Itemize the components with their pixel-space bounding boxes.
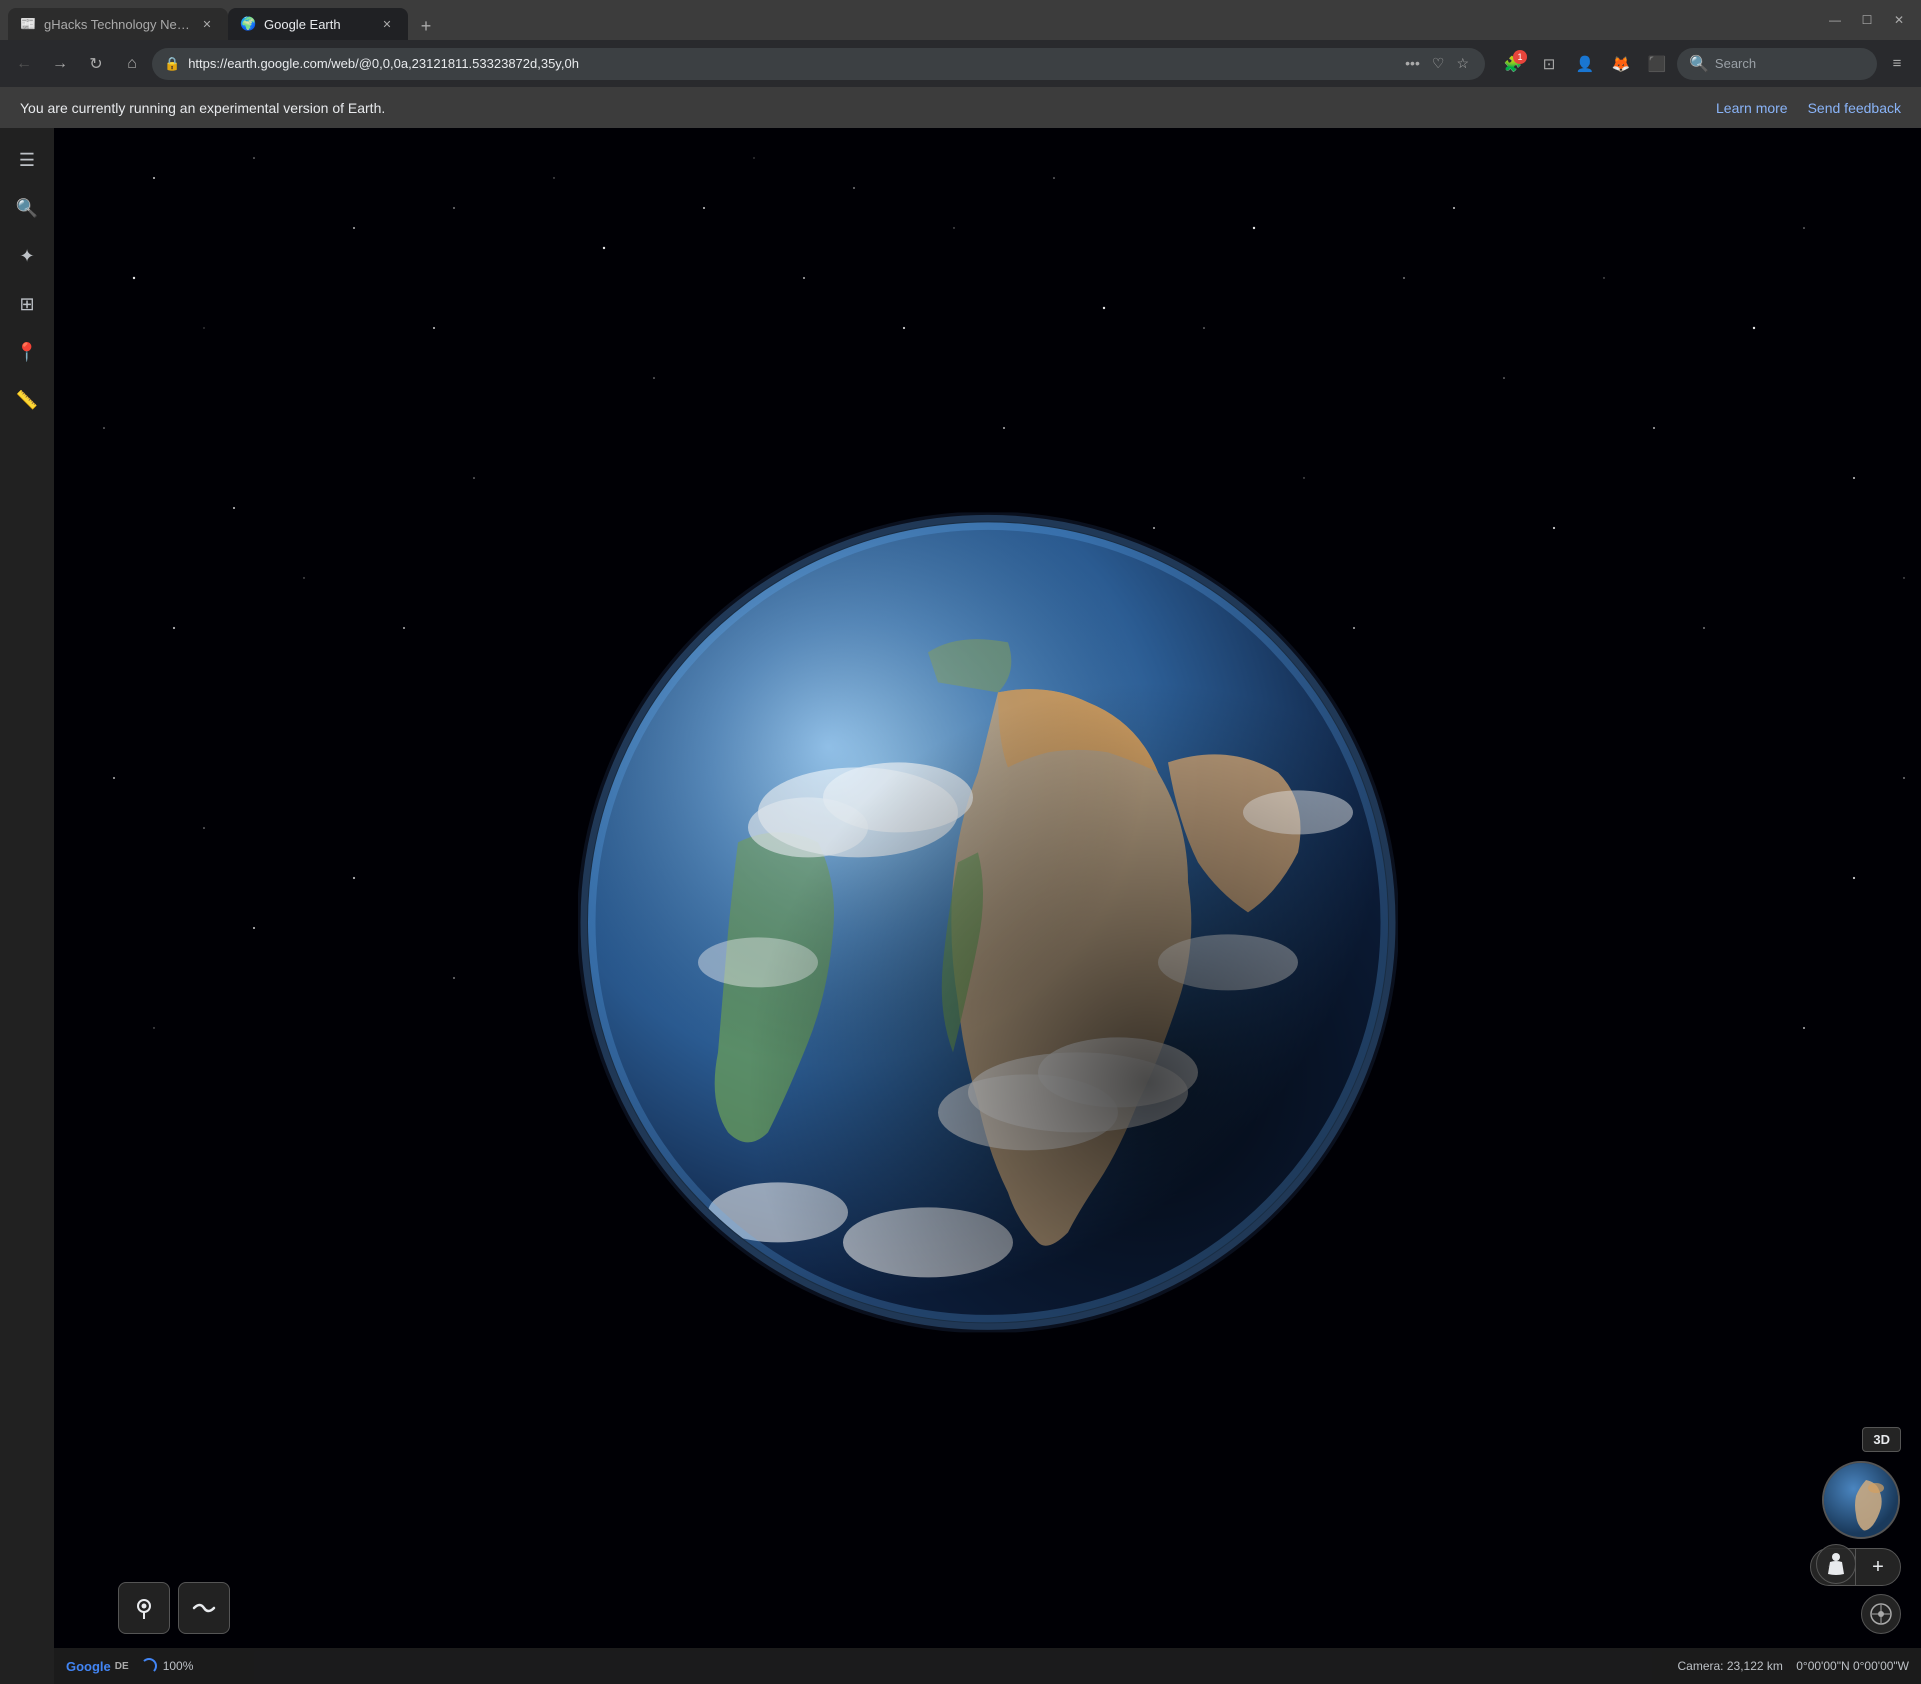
bookmark-button[interactable]: ♡ xyxy=(1428,53,1449,74)
google-text: Google xyxy=(66,1659,111,1674)
tab-google-earth[interactable]: 🌍 Google Earth ✕ xyxy=(228,8,408,40)
google-logo: Google DE xyxy=(66,1659,129,1674)
extensions-button[interactable]: 🧩 1 xyxy=(1497,48,1529,80)
send-feedback-link[interactable]: Send feedback xyxy=(1808,100,1901,116)
home-button[interactable]: ⌂ xyxy=(116,48,148,80)
pegman-icon xyxy=(1826,1552,1846,1576)
main-content: ☰ 🔍 ✦ ⊞ 📍 📏 xyxy=(0,128,1921,1684)
addon-icon: 🦊 xyxy=(1612,55,1631,73)
extensions-badge: 1 xyxy=(1513,50,1527,64)
learn-more-link[interactable]: Learn more xyxy=(1716,100,1788,116)
sidebar-toggle-button[interactable]: ⊡ xyxy=(1533,48,1565,80)
sidebar-item-search[interactable]: 🔍 xyxy=(7,188,47,228)
new-tab-button[interactable]: + xyxy=(412,12,440,40)
zoom-in-button[interactable]: + xyxy=(1856,1549,1900,1585)
close-button[interactable]: ✕ xyxy=(1885,6,1913,34)
loading-percent: 100% xyxy=(163,1659,194,1673)
notification-bar: You are currently running an experimenta… xyxy=(0,88,1921,128)
mode-3d-button[interactable]: 3D xyxy=(1862,1427,1901,1452)
ghacks-tab-close[interactable]: ✕ xyxy=(198,15,216,33)
pin-tool-button[interactable] xyxy=(118,1582,170,1634)
sidebar: ☰ 🔍 ✦ ⊞ 📍 📏 xyxy=(0,128,54,1684)
menu-button[interactable]: ≡ xyxy=(1881,48,1913,80)
addon2-icon: ⬛ xyxy=(1648,55,1667,73)
coordinates: 0°00'00"N 0°00'00"W xyxy=(1796,1659,1909,1673)
addon-button[interactable]: 🦊 xyxy=(1605,48,1637,80)
ghacks-tab-title: gHacks Technology News xyxy=(44,17,190,32)
profile-icon: 👤 xyxy=(1576,55,1595,73)
route-icon xyxy=(192,1600,216,1616)
menu-icon: ≡ xyxy=(1893,55,1902,72)
sidebar-item-projects[interactable]: ⊞ xyxy=(7,284,47,324)
earth-viewport[interactable]: 3D xyxy=(54,128,1921,1684)
address-bar[interactable]: 🔒 https://earth.google.com/web/@0,0,0a,2… xyxy=(152,48,1485,80)
earth-favicon: 🌍 xyxy=(240,16,256,32)
addon2-button[interactable]: ⬛ xyxy=(1641,48,1673,80)
toolbar: ← → ↻ ⌂ 🔒 https://earth.google.com/web/@… xyxy=(0,40,1921,88)
sidebar-item-voyager[interactable]: ✦ xyxy=(7,236,47,276)
security-icon: 🔒 xyxy=(164,56,180,72)
mini-map[interactable] xyxy=(1821,1460,1901,1540)
globe[interactable] xyxy=(578,512,1398,1332)
bottom-bar: Google DE 100% Camera: 23,122 km 0°00'00… xyxy=(54,1648,1921,1684)
camera-label: Camera: xyxy=(1677,1659,1723,1673)
notification-text: You are currently running an experimenta… xyxy=(20,100,385,116)
title-bar: 📰 gHacks Technology News ✕ 🌍 Google Eart… xyxy=(0,0,1921,40)
window-controls: — ☐ ✕ xyxy=(1821,6,1913,34)
google-suffix: DE xyxy=(115,1661,129,1672)
maximize-button[interactable]: ☐ xyxy=(1853,6,1881,34)
search-input[interactable] xyxy=(1715,56,1891,71)
earth-tab-title: Google Earth xyxy=(264,17,370,32)
tab-ghacks[interactable]: 📰 gHacks Technology News ✕ xyxy=(8,8,228,40)
minimize-button[interactable]: — xyxy=(1821,6,1849,34)
back-button[interactable]: ← xyxy=(8,48,40,80)
sidebar-item-measure[interactable]: 📏 xyxy=(7,380,47,420)
toolbar-right: 🧩 1 ⊡ 👤 🦊 ⬛ 🔍 ≡ xyxy=(1497,48,1913,80)
camera-distance: 23,122 km xyxy=(1727,1659,1783,1673)
search-box[interactable]: 🔍 xyxy=(1677,48,1877,80)
pegman-button[interactable] xyxy=(1816,1544,1856,1584)
sidebar-item-menu[interactable]: ☰ xyxy=(7,140,47,180)
address-text: https://earth.google.com/web/@0,0,0a,231… xyxy=(188,56,1393,71)
more-button[interactable]: ••• xyxy=(1401,53,1424,74)
forward-button[interactable]: → xyxy=(44,48,76,80)
compass-icon xyxy=(1870,1603,1892,1625)
sidebar-item-places[interactable]: 📍 xyxy=(7,332,47,372)
browser-frame: 📰 gHacks Technology News ✕ 🌍 Google Eart… xyxy=(0,0,1921,1684)
map-controls: 3D xyxy=(1810,1427,1901,1634)
loading-indicator: 100% xyxy=(141,1658,194,1674)
loading-circle xyxy=(141,1658,157,1674)
bottom-left-controls xyxy=(118,1582,230,1634)
star-button[interactable]: ☆ xyxy=(1452,53,1473,74)
ghacks-favicon: 📰 xyxy=(20,16,36,32)
search-icon: 🔍 xyxy=(1689,54,1709,74)
address-actions: ••• ♡ ☆ xyxy=(1401,53,1473,74)
earth-tab-close[interactable]: ✕ xyxy=(378,15,396,33)
pin-icon xyxy=(133,1597,155,1619)
tab-bar: 📰 gHacks Technology News ✕ 🌍 Google Eart… xyxy=(8,0,440,40)
compass-button[interactable] xyxy=(1861,1594,1901,1634)
sidebar-toggle-icon: ⊡ xyxy=(1543,55,1556,73)
camera-info: Camera: 23,122 km 0°00'00"N 0°00'00"W xyxy=(1677,1659,1909,1673)
route-tool-button[interactable] xyxy=(178,1582,230,1634)
reload-button[interactable]: ↻ xyxy=(80,48,112,80)
profile-button[interactable]: 👤 xyxy=(1569,48,1601,80)
